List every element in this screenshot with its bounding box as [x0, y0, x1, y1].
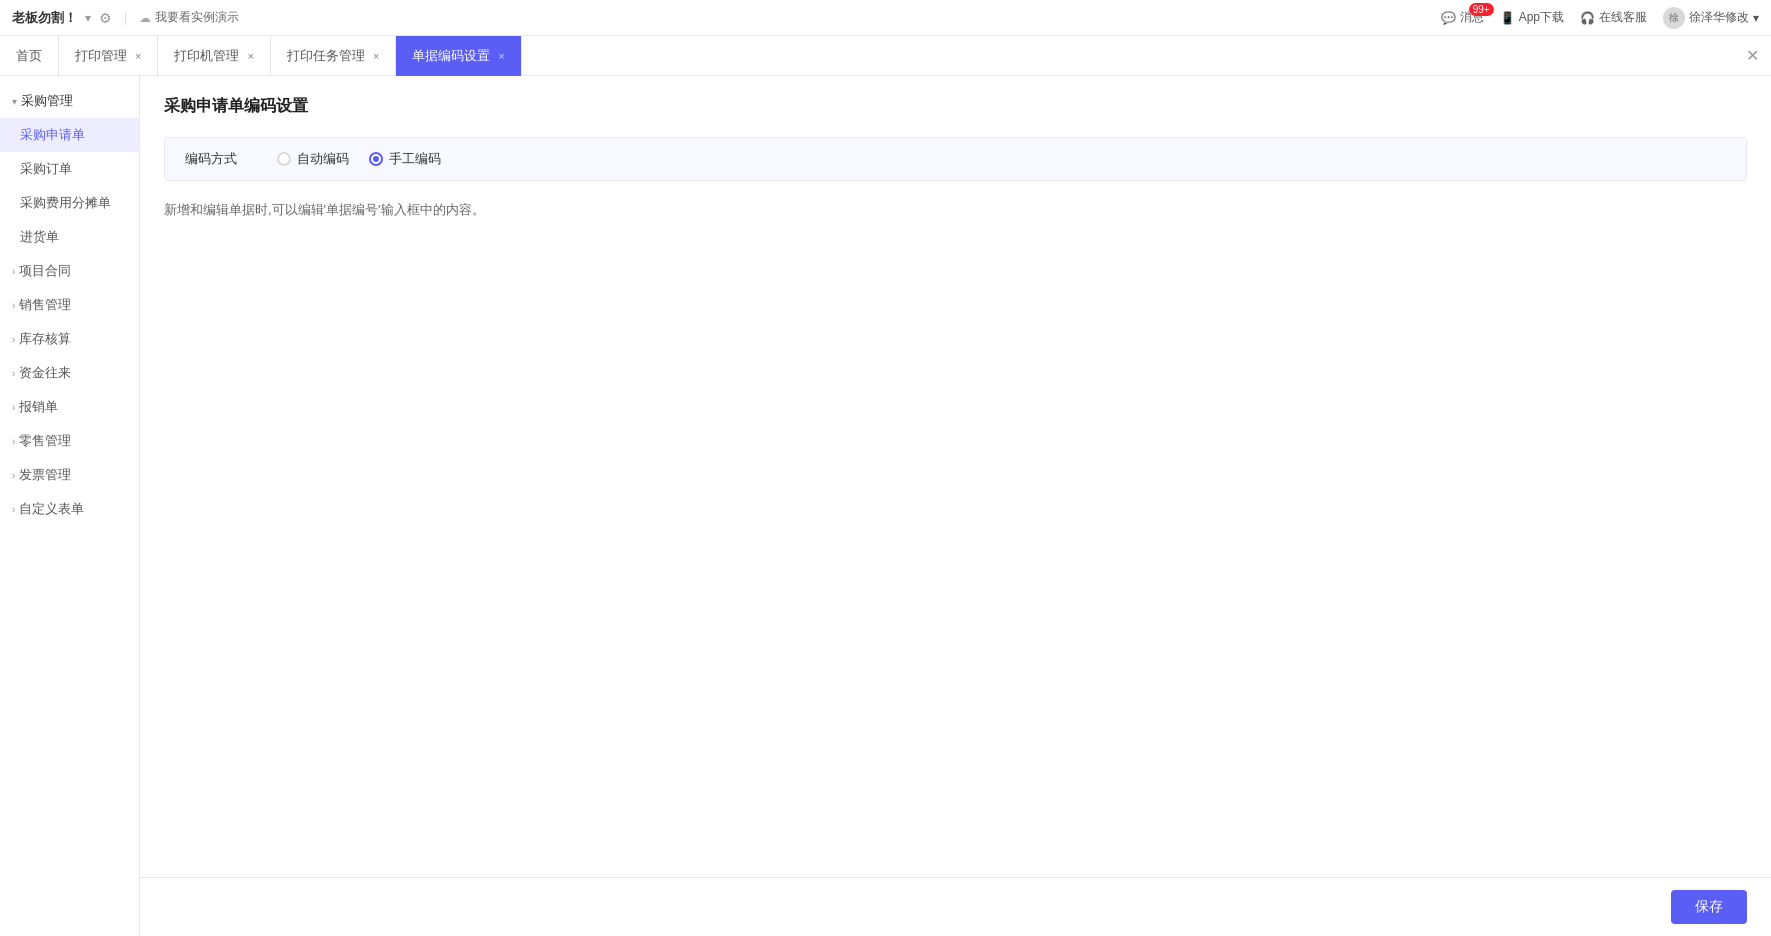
- expand-arrow-invoice: ›: [12, 470, 15, 481]
- sidebar-item-retail[interactable]: › 零售管理: [0, 424, 139, 458]
- sidebar-group-purchase: ▾ 采购管理 采购申请单 采购订单 采购费用分摊单 进货单: [0, 84, 139, 254]
- demo-link[interactable]: ☁ 我要看实例演示: [139, 9, 239, 26]
- username-text: 徐泽华修改: [1689, 9, 1749, 26]
- online-service-label: 在线客服: [1599, 9, 1647, 26]
- demo-text: 我要看实例演示: [155, 9, 239, 26]
- online-service-item[interactable]: 🎧 在线客服: [1580, 9, 1647, 26]
- tab-home[interactable]: 首页: [0, 36, 59, 76]
- page-content: 采购申请单编码设置 编码方式 自动编码 手工编码: [140, 76, 1771, 877]
- message-badge: 99+: [1469, 3, 1494, 16]
- coding-section: 编码方式 自动编码 手工编码: [164, 137, 1747, 181]
- sidebar-item-custom-form[interactable]: › 自定义表单: [0, 492, 139, 526]
- expand-arrow-inventory: ›: [12, 334, 15, 345]
- sidebar-item-inventory-label: 库存核算: [19, 330, 71, 348]
- radio-group: 自动编码 手工编码: [277, 150, 441, 168]
- sidebar-group-purchase-label: 采购管理: [21, 92, 73, 110]
- expand-arrow-sales: ›: [12, 300, 15, 311]
- main-content: 采购申请单编码设置 编码方式 自动编码 手工编码: [140, 76, 1771, 936]
- tab-print-management[interactable]: 打印管理 ×: [59, 36, 158, 76]
- tab-printer-management-close[interactable]: ×: [247, 50, 253, 62]
- radio-manual-label: 手工编码: [389, 150, 441, 168]
- expand-arrow-project: ›: [12, 266, 15, 277]
- sidebar-item-invoice[interactable]: › 发票管理: [0, 458, 139, 492]
- tab-bar: 首页 打印管理 × 打印机管理 × 打印任务管理 × 单据编码设置 × ✕: [0, 36, 1771, 76]
- user-dropdown-icon: ▾: [1753, 11, 1759, 25]
- radio-manual-circle: [369, 152, 383, 166]
- sidebar: ▾ 采购管理 采购申请单 采购订单 采购费用分摊单 进货单 › 项目合同 › 销…: [0, 76, 140, 936]
- save-button[interactable]: 保存: [1671, 890, 1747, 924]
- page-title: 采购申请单编码设置: [164, 96, 1747, 117]
- top-bar-left: 老板勿割！ ▾ ⚙ | ☁ 我要看实例演示: [12, 9, 239, 27]
- sidebar-item-purchase-order[interactable]: 采购订单: [0, 152, 139, 186]
- radio-manual-code[interactable]: 手工编码: [369, 150, 441, 168]
- expand-arrow-reimbursement: ›: [12, 402, 15, 413]
- tab-print-management-close[interactable]: ×: [135, 50, 141, 62]
- tab-print-task[interactable]: 打印任务管理 ×: [271, 36, 396, 76]
- radio-auto-code[interactable]: 自动编码: [277, 150, 349, 168]
- sidebar-item-sales[interactable]: › 销售管理: [0, 288, 139, 322]
- sidebar-item-finance[interactable]: › 资金往来: [0, 356, 139, 390]
- sidebar-item-purchase-cost[interactable]: 采购费用分摊单: [0, 186, 139, 220]
- dropdown-icon[interactable]: ▾: [85, 11, 91, 25]
- sidebar-group-purchase-header[interactable]: ▾ 采购管理: [0, 84, 139, 118]
- tab-print-task-close[interactable]: ×: [373, 50, 379, 62]
- avatar: 徐: [1663, 7, 1685, 29]
- top-bar-right: 💬 消息 99+ 📱 App下载 🎧 在线客服 徐 徐泽华修改 ▾: [1441, 7, 1759, 29]
- sidebar-item-stock-in[interactable]: 进货单: [0, 220, 139, 254]
- collapse-arrow-purchase: ▾: [12, 96, 17, 107]
- tab-printer-management[interactable]: 打印机管理 ×: [158, 36, 270, 76]
- top-bar: 老板勿割！ ▾ ⚙ | ☁ 我要看实例演示 💬 消息 99+ 📱 App下载 🎧…: [0, 0, 1771, 36]
- tab-print-task-label: 打印任务管理: [287, 47, 365, 65]
- phone-icon: 📱: [1500, 11, 1515, 25]
- sidebar-item-purchase-order-label: 采购订单: [20, 161, 72, 176]
- sidebar-item-purchase-cost-label: 采购费用分摊单: [20, 195, 111, 210]
- message-item[interactable]: 💬 消息 99+: [1441, 9, 1484, 26]
- description-text: 新增和编辑单据时,可以编辑'单据编号'输入框中的内容。: [164, 201, 1747, 219]
- sidebar-item-retail-label: 零售管理: [19, 432, 71, 450]
- radio-auto-circle: [277, 152, 291, 166]
- expand-arrow-custom: ›: [12, 504, 15, 515]
- sidebar-item-finance-label: 资金往来: [19, 364, 71, 382]
- window-close-icon[interactable]: ✕: [1746, 47, 1759, 64]
- tab-code-setting-label: 单据编码设置: [412, 47, 490, 65]
- coding-label: 编码方式: [185, 150, 237, 168]
- page-footer: 保存: [140, 877, 1771, 936]
- sidebar-item-reimbursement-label: 报销单: [19, 398, 58, 416]
- cloud-icon: ☁: [139, 11, 151, 25]
- tab-code-setting-close[interactable]: ×: [498, 50, 504, 62]
- sidebar-item-project-contract-label: 项目合同: [19, 262, 71, 280]
- app-download-item[interactable]: 📱 App下载: [1500, 9, 1564, 26]
- sidebar-item-project-contract[interactable]: › 项目合同: [0, 254, 139, 288]
- tab-home-label: 首页: [16, 47, 42, 65]
- user-item[interactable]: 徐 徐泽华修改 ▾: [1663, 7, 1759, 29]
- avatar-text: 徐: [1669, 11, 1679, 25]
- expand-arrow-finance: ›: [12, 368, 15, 379]
- gear-icon[interactable]: ⚙: [99, 10, 112, 26]
- message-icon: 💬: [1441, 11, 1456, 25]
- radio-auto-label: 自动编码: [297, 150, 349, 168]
- sidebar-item-purchase-request[interactable]: 采购申请单: [0, 118, 139, 152]
- tab-print-management-label: 打印管理: [75, 47, 127, 65]
- brand-text: 老板勿割！: [12, 9, 77, 27]
- layout: ▾ 采购管理 采购申请单 采购订单 采购费用分摊单 进货单 › 项目合同 › 销…: [0, 76, 1771, 936]
- expand-arrow-retail: ›: [12, 436, 15, 447]
- sidebar-item-custom-form-label: 自定义表单: [19, 500, 84, 518]
- sidebar-item-stock-in-label: 进货单: [20, 229, 59, 244]
- tab-printer-management-label: 打印机管理: [174, 47, 239, 65]
- sidebar-item-sales-label: 销售管理: [19, 296, 71, 314]
- sidebar-item-purchase-request-label: 采购申请单: [20, 127, 85, 142]
- headset-icon: 🎧: [1580, 11, 1595, 25]
- sidebar-item-reimbursement[interactable]: › 报销单: [0, 390, 139, 424]
- sidebar-item-invoice-label: 发票管理: [19, 466, 71, 484]
- tab-code-setting[interactable]: 单据编码设置 ×: [396, 36, 521, 76]
- app-download-label: App下载: [1519, 9, 1564, 26]
- tab-bar-right: ✕: [1746, 46, 1771, 65]
- radio-manual-dot: [373, 156, 379, 162]
- sidebar-item-inventory[interactable]: › 库存核算: [0, 322, 139, 356]
